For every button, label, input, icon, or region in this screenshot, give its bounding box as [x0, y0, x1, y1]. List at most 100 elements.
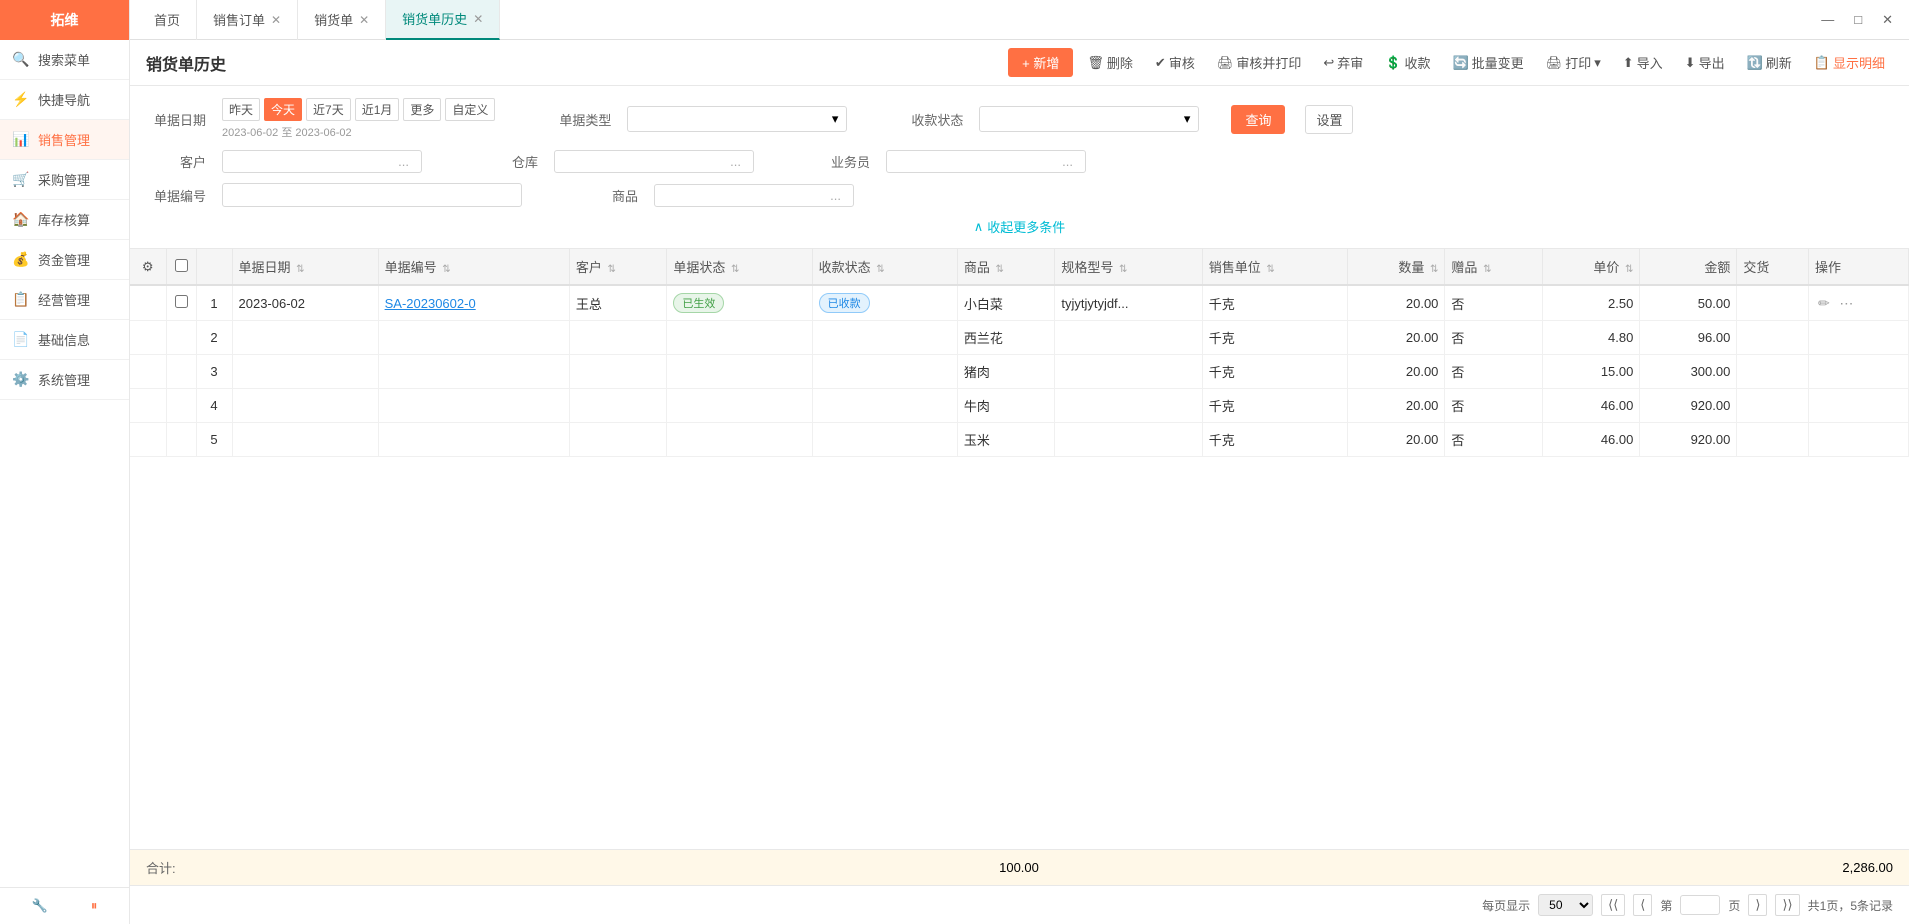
tab-sales-order-close[interactable]: ✕ [271, 13, 281, 27]
sidebar-item-sales-mgmt[interactable]: 📊 销售管理 [0, 120, 129, 160]
col-qty[interactable]: 数量 ⇅ [1347, 249, 1444, 285]
col-unit[interactable]: 销售单位 ⇅ [1202, 249, 1347, 285]
table-row: 5玉米千克20.00否46.00920.00 [130, 423, 1909, 457]
refresh-button[interactable]: 🔃 刷新 [1739, 49, 1800, 76]
customer-dots[interactable]: ... [394, 154, 413, 169]
filter-row-3: 单据编号 商品 ... [146, 183, 1893, 207]
warehouse-dots[interactable]: ... [726, 154, 745, 169]
next-page-btn[interactable]: ⟩ [1748, 894, 1767, 916]
batch-change-button[interactable]: 🔄 批量变更 [1444, 49, 1531, 76]
more-action-icon[interactable]: ⋯ [1839, 295, 1853, 311]
tab-sales-delivery[interactable]: 销货单 ✕ [298, 0, 386, 40]
review-button[interactable]: ✔ 审核 [1147, 49, 1203, 76]
tab-sales-history-close[interactable]: ✕ [473, 12, 483, 26]
tab-sales-delivery-close[interactable]: ✕ [359, 13, 369, 27]
date-btn-more[interactable]: 更多 [403, 98, 441, 121]
goods-dots[interactable]: ... [826, 188, 845, 203]
col-unit-label: 销售单位 [1209, 260, 1261, 275]
date-btn-1month[interactable]: 近1月 [355, 98, 400, 121]
row-amount: 96.00 [1640, 321, 1737, 355]
row-doc-no[interactable] [378, 389, 569, 423]
col-customer[interactable]: 客户 ⇅ [569, 249, 666, 285]
row-doc-no[interactable] [378, 321, 569, 355]
close-btn[interactable]: ✕ [1874, 10, 1901, 30]
col-goods[interactable]: 商品 ⇅ [957, 249, 1054, 285]
row-goods: 牛肉 [957, 389, 1054, 423]
table-row: 3猪肉千克20.00否15.00300.00 [130, 355, 1909, 389]
row-doc-no[interactable] [378, 355, 569, 389]
table-settings-icon[interactable]: ⚙ [142, 259, 154, 274]
col-doc-status[interactable]: 单据状态 ⇅ [667, 249, 812, 285]
last-page-btn[interactable]: ⟩⟩ [1775, 894, 1799, 916]
export-button[interactable]: ⬇ 导出 [1677, 49, 1733, 76]
col-doc-date[interactable]: 单据日期 ⇅ [232, 249, 378, 285]
settings-button[interactable]: 设置 [1305, 105, 1353, 134]
col-collect-status[interactable]: 收款状态 ⇅ [812, 249, 957, 285]
page-number-input[interactable]: 1 [1680, 895, 1720, 915]
row-checkbox-cell [166, 423, 196, 457]
customer-input[interactable] [231, 155, 394, 169]
print-button[interactable]: 🖨 打印 ▾ [1538, 49, 1609, 76]
query-button[interactable]: 查询 [1231, 105, 1285, 134]
collect-button[interactable]: 💲 收款 [1377, 49, 1438, 76]
sidebar-item-inventory[interactable]: 🏠 库存核算 [0, 200, 129, 240]
sidebar-item-quick-nav[interactable]: ⚡ 快捷导航 [0, 80, 129, 120]
row-checkbox[interactable] [175, 295, 188, 308]
col-spec[interactable]: 规格型号 ⇅ [1055, 249, 1202, 285]
import-label: 导入 [1637, 53, 1663, 72]
import-button[interactable]: ⬆ 导入 [1615, 49, 1671, 76]
tab-home-label: 首页 [154, 10, 180, 29]
col-unit-price[interactable]: 单价 ⇅ [1542, 249, 1639, 285]
col-row-no [196, 249, 232, 285]
tab-sales-order[interactable]: 销售订单 ✕ [197, 0, 298, 40]
sidebar-item-purchase-mgmt[interactable]: 🛒 采购管理 [0, 160, 129, 200]
date-btn-7days[interactable]: 近7天 [306, 98, 351, 121]
tab-home[interactable]: 首页 [138, 0, 197, 40]
maximize-btn[interactable]: □ [1846, 10, 1870, 30]
row-doc-no[interactable]: SA-20230602-0 [378, 285, 569, 321]
table-header-row: ⚙ 单据日期 ⇅ 单据编号 ⇅ 客户 [130, 249, 1909, 285]
collapse-btn[interactable]: ∧ 收起更多条件 [146, 217, 1893, 236]
sidebar-item-system-mgmt[interactable]: ⚙️ 系统管理 [0, 360, 129, 400]
warehouse-input[interactable] [563, 155, 726, 169]
sidebar-item-finance[interactable]: 💰 资金管理 [0, 240, 129, 280]
col-settings[interactable]: ⚙ [130, 249, 166, 285]
new-button[interactable]: + 新增 [1008, 48, 1073, 77]
staff-label: 业务员 [810, 152, 870, 171]
col-gift[interactable]: 赠品 ⇅ [1445, 249, 1542, 285]
sidebar-item-label: 采购管理 [38, 170, 90, 189]
review-print-button[interactable]: 🖨 审核并打印 [1209, 49, 1310, 76]
per-page-select[interactable]: 50 100 [1538, 894, 1593, 916]
refresh-label: 刷新 [1766, 53, 1792, 72]
row-collect-status [812, 389, 957, 423]
date-btn-yesterday[interactable]: 昨天 [222, 98, 260, 121]
sidebar-item-operations[interactable]: 📋 经营管理 [0, 280, 129, 320]
abandon-button[interactable]: ↩ 弃审 [1315, 49, 1371, 76]
delete-button[interactable]: 🗑 删除 [1079, 49, 1141, 76]
doc-no-input[interactable] [222, 183, 522, 207]
row-doc-date [232, 423, 378, 457]
col-goods-label: 商品 [964, 260, 990, 275]
collect-status-select[interactable]: ▾ [979, 106, 1199, 132]
col-doc-no[interactable]: 单据编号 ⇅ [378, 249, 569, 285]
sidebar-item-search-menu[interactable]: 🔍 搜索菜单 [0, 40, 129, 80]
col-doc-status-label: 单据状态 [673, 260, 725, 275]
edit-action-icon[interactable]: ✏ [1818, 295, 1830, 311]
settings-bottom-icon[interactable]: 🔧 [32, 898, 48, 914]
row-doc-no[interactable] [378, 423, 569, 457]
date-btn-custom[interactable]: 自定义 [445, 98, 495, 121]
select-all-checkbox[interactable] [175, 259, 188, 272]
doc-no-link[interactable]: SA-20230602-0 [385, 296, 476, 311]
prev-page-btn[interactable]: ⟨ [1633, 894, 1652, 916]
type-select[interactable]: ▾ [627, 106, 847, 132]
pause-icon[interactable]: ⏸ [91, 898, 98, 914]
sidebar-item-basic-info[interactable]: 📄 基础信息 [0, 320, 129, 360]
staff-input[interactable] [895, 155, 1058, 169]
first-page-btn[interactable]: ⟨⟨ [1601, 894, 1625, 916]
show-detail-button[interactable]: 📋 显示明细 [1806, 49, 1893, 76]
staff-dots[interactable]: ... [1058, 154, 1077, 169]
minimize-btn[interactable]: — [1813, 10, 1842, 30]
goods-input[interactable] [663, 188, 826, 202]
date-btn-today[interactable]: 今天 [264, 98, 302, 121]
tab-sales-history[interactable]: 销货单历史 ✕ [386, 0, 500, 40]
